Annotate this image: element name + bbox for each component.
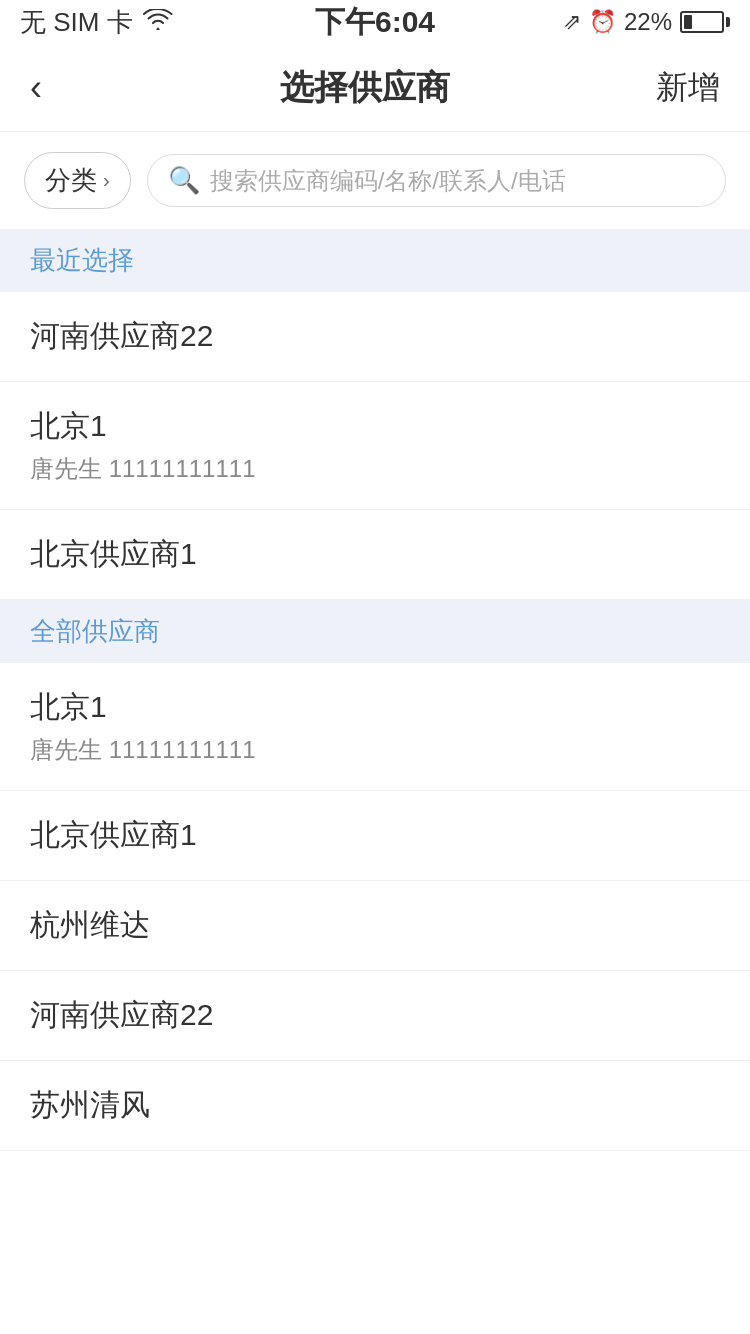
supplier-name: 河南供应商22 xyxy=(30,316,720,357)
section-header-recent: 最近选择 xyxy=(0,229,750,292)
list-item[interactable]: 杭州维达 xyxy=(0,881,750,971)
battery-percent: 22% xyxy=(624,8,672,36)
supplier-sub: 唐先生 11111111111 xyxy=(30,734,720,766)
chevron-right-icon: › xyxy=(103,169,110,192)
add-button[interactable]: 新增 xyxy=(640,66,720,110)
list-item[interactable]: 北京1 唐先生 11111111111 xyxy=(0,663,750,791)
page-title: 选择供应商 xyxy=(280,65,450,111)
supplier-name: 苏州清风 xyxy=(30,1085,720,1126)
section-header-text: 最近选择 xyxy=(30,245,134,275)
no-sim-label: 无 SIM 卡 xyxy=(20,5,133,40)
list-item[interactable]: 河南供应商22 xyxy=(0,971,750,1061)
location-icon: ⇗ xyxy=(563,9,581,35)
list-item[interactable]: 北京供应商1 xyxy=(0,510,750,600)
supplier-name: 杭州维达 xyxy=(30,905,720,946)
supplier-name: 河南供应商22 xyxy=(30,995,720,1036)
list-item[interactable]: 北京供应商1 xyxy=(0,791,750,881)
section-header-all: 全部供应商 xyxy=(0,600,750,663)
alarm-icon: ⏰ xyxy=(589,9,616,35)
battery-icon xyxy=(680,11,730,33)
status-time: 下午6:04 xyxy=(315,2,435,43)
back-button[interactable]: ‹ xyxy=(30,67,90,109)
category-label: 分类 xyxy=(45,163,97,198)
search-box: 🔍 xyxy=(147,154,726,207)
status-bar: 无 SIM 卡 下午6:04 ⇗ ⏰ 22% xyxy=(0,0,750,44)
list-item[interactable]: 苏州清风 xyxy=(0,1061,750,1151)
nav-bar: ‹ 选择供应商 新增 xyxy=(0,44,750,132)
search-icon: 🔍 xyxy=(168,165,200,196)
supplier-name: 北京供应商1 xyxy=(30,534,720,575)
search-input[interactable] xyxy=(210,167,705,195)
status-left: 无 SIM 卡 xyxy=(20,5,173,40)
supplier-name: 北京1 xyxy=(30,406,720,447)
section-header-text: 全部供应商 xyxy=(30,616,160,646)
suppliers-list: 最近选择河南供应商22 北京1 唐先生 11111111111 北京供应商1 全部供应商… xyxy=(0,229,750,1151)
status-right: ⇗ ⏰ 22% xyxy=(563,8,730,36)
supplier-sub: 唐先生 11111111111 xyxy=(30,453,720,485)
supplier-name: 北京1 xyxy=(30,687,720,728)
supplier-name: 北京供应商1 xyxy=(30,815,720,856)
category-button[interactable]: 分类 › xyxy=(24,152,131,209)
list-item[interactable]: 河南供应商22 xyxy=(0,292,750,382)
list-item[interactable]: 北京1 唐先生 11111111111 xyxy=(0,382,750,510)
filter-bar: 分类 › 🔍 xyxy=(0,132,750,229)
wifi-icon xyxy=(143,7,173,38)
